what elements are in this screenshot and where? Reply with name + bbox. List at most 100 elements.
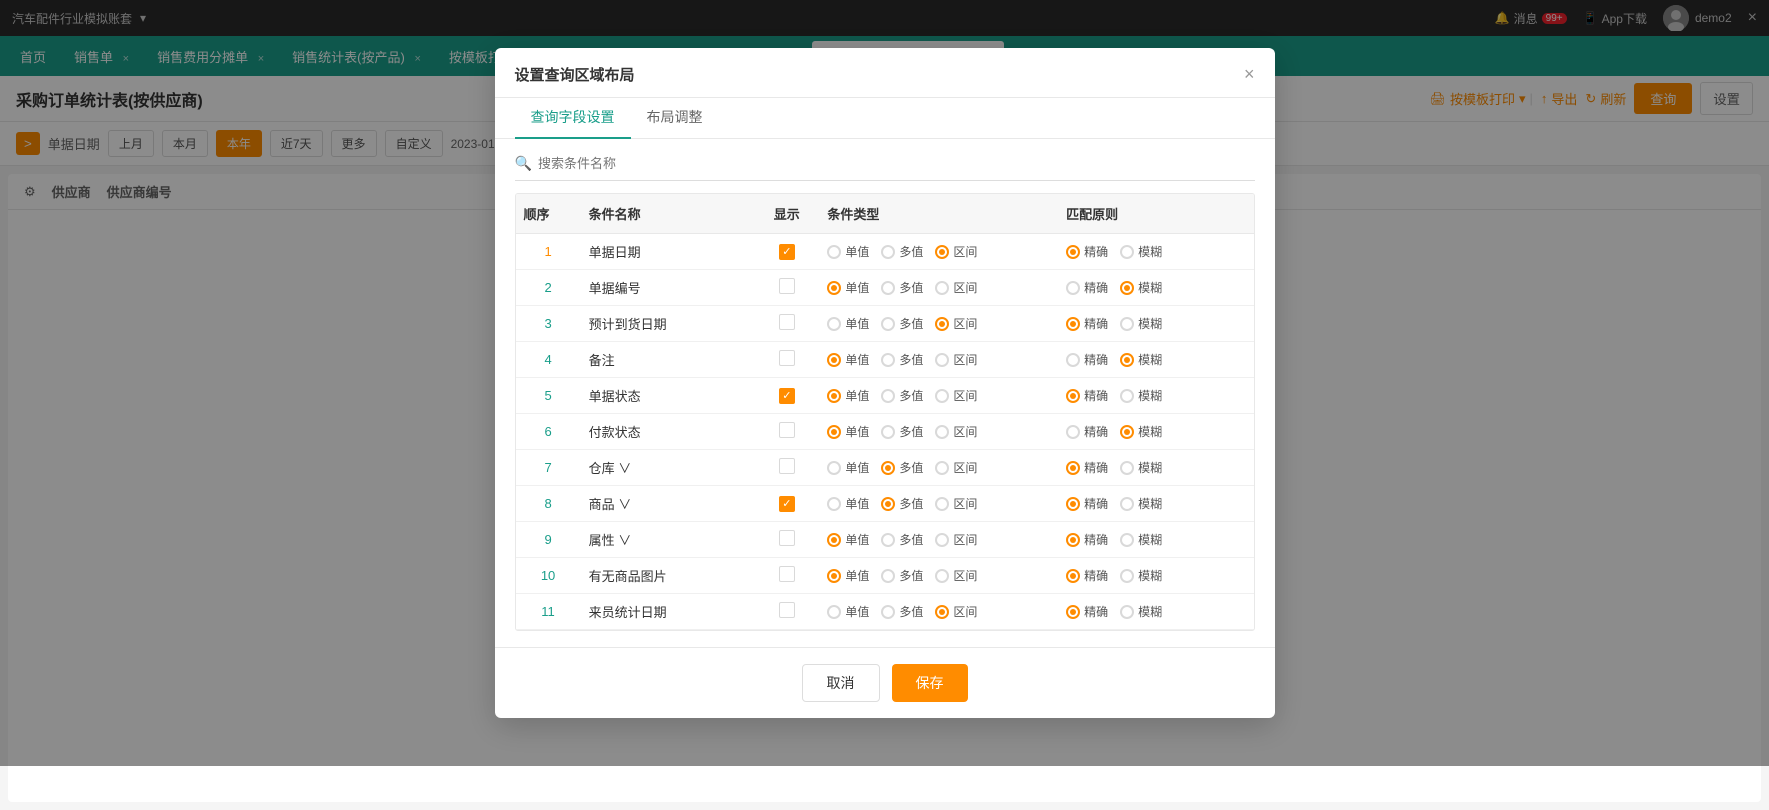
type-radio-single[interactable]: 单值 [827, 567, 869, 584]
match-radio-exact[interactable]: 精确 [1066, 351, 1108, 368]
match-radio-exact[interactable]: 精确 [1066, 495, 1108, 512]
order-number: 4 [544, 352, 551, 367]
match-radio-group: 精确 模糊 [1066, 495, 1245, 512]
type-radio-single[interactable]: 单值 [827, 315, 869, 332]
display-checkbox[interactable] [779, 350, 795, 366]
display-checkbox[interactable] [779, 388, 795, 404]
match-radio-exact[interactable]: 精确 [1066, 243, 1108, 260]
radio-circle-multi [881, 389, 895, 403]
display-checkbox[interactable] [779, 458, 795, 474]
type-radio-single[interactable]: 单值 [827, 495, 869, 512]
display-checkbox[interactable] [779, 530, 795, 546]
col-name-header: 条件名称 [581, 194, 755, 234]
tab-query-fields[interactable]: 查询字段设置 [515, 97, 631, 139]
search-icon: 🔍 [515, 155, 532, 172]
order-number: 1 [544, 244, 551, 259]
type-radio-range[interactable]: 区间 [935, 567, 977, 584]
display-checkbox[interactable] [779, 278, 795, 294]
save-button[interactable]: 保存 [892, 664, 968, 702]
display-checkbox[interactable] [779, 496, 795, 512]
match-radio-fuzzy[interactable]: 模糊 [1120, 567, 1162, 584]
match-radio-exact[interactable]: 精确 [1066, 603, 1108, 620]
display-cell[interactable] [754, 378, 819, 414]
display-cell[interactable] [754, 594, 819, 630]
type-radio-range[interactable]: 区间 [935, 351, 977, 368]
name-cell: 单据编号 [581, 270, 755, 306]
order-number: 2 [544, 280, 551, 295]
type-radio-multi[interactable]: 多值 [881, 243, 923, 260]
display-cell[interactable] [754, 234, 819, 270]
match-radio-fuzzy[interactable]: 模糊 [1120, 351, 1162, 368]
match-radio-fuzzy[interactable]: 模糊 [1120, 459, 1162, 476]
type-radio-range[interactable]: 区间 [935, 423, 977, 440]
type-radio-range[interactable]: 区间 [935, 279, 977, 296]
match-radio-exact[interactable]: 精确 [1066, 531, 1108, 548]
match-radio-exact[interactable]: 精确 [1066, 315, 1108, 332]
type-radio-single[interactable]: 单值 [827, 423, 869, 440]
match-radio-fuzzy[interactable]: 模糊 [1120, 531, 1162, 548]
display-cell[interactable] [754, 306, 819, 342]
match-radio-exact[interactable]: 精确 [1066, 567, 1108, 584]
type-radio-range[interactable]: 区间 [935, 387, 977, 404]
display-checkbox[interactable] [779, 314, 795, 330]
type-radio-multi[interactable]: 多值 [881, 603, 923, 620]
tab-layout[interactable]: 布局调整 [631, 97, 719, 139]
display-cell[interactable] [754, 558, 819, 594]
match-radio-exact[interactable]: 精确 [1066, 387, 1108, 404]
type-radio-multi[interactable]: 多值 [881, 279, 923, 296]
match-radio-fuzzy[interactable]: 模糊 [1120, 423, 1162, 440]
cancel-button[interactable]: 取消 [802, 664, 880, 702]
type-radio-range[interactable]: 区间 [935, 243, 977, 260]
type-radio-range[interactable]: 区间 [935, 315, 977, 332]
display-cell[interactable] [754, 270, 819, 306]
match-radio-label-exact: 精确 [1084, 531, 1108, 548]
type-radio-single[interactable]: 单值 [827, 279, 869, 296]
search-input[interactable] [538, 156, 1255, 171]
match-radio-exact[interactable]: 精确 [1066, 279, 1108, 296]
display-cell[interactable] [754, 450, 819, 486]
type-radio-single[interactable]: 单值 [827, 351, 869, 368]
type-radio-multi[interactable]: 多值 [881, 459, 923, 476]
type-radio-range[interactable]: 区间 [935, 531, 977, 548]
match-radio-fuzzy[interactable]: 模糊 [1120, 603, 1162, 620]
type-radio-multi[interactable]: 多值 [881, 315, 923, 332]
type-radio-single[interactable]: 单值 [827, 243, 869, 260]
type-radio-range[interactable]: 区间 [935, 495, 977, 512]
display-checkbox[interactable] [779, 566, 795, 582]
radio-label-range: 区间 [953, 459, 977, 476]
match-radio-fuzzy[interactable]: 模糊 [1120, 387, 1162, 404]
type-radio-single[interactable]: 单值 [827, 531, 869, 548]
tab-query-fields-label: 查询字段设置 [531, 109, 615, 125]
match-radio-group: 精确 模糊 [1066, 531, 1245, 548]
radio-circle-range [935, 569, 949, 583]
display-cell[interactable] [754, 486, 819, 522]
modal-close-button[interactable]: × [1244, 64, 1255, 97]
match-radio-fuzzy[interactable]: 模糊 [1120, 243, 1162, 260]
display-cell[interactable] [754, 342, 819, 378]
display-checkbox[interactable] [779, 602, 795, 618]
type-radio-multi[interactable]: 多值 [881, 495, 923, 512]
type-radio-single[interactable]: 单值 [827, 603, 869, 620]
type-radio-multi[interactable]: 多值 [881, 423, 923, 440]
match-radio-exact[interactable]: 精确 [1066, 459, 1108, 476]
match-radio-fuzzy[interactable]: 模糊 [1120, 279, 1162, 296]
radio-circle-multi [881, 461, 895, 475]
type-radio-range[interactable]: 区间 [935, 603, 977, 620]
type-radio-multi[interactable]: 多值 [881, 531, 923, 548]
display-cell[interactable] [754, 522, 819, 558]
radio-label-multi: 多值 [899, 387, 923, 404]
type-radio-multi[interactable]: 多值 [881, 387, 923, 404]
type-radio-multi[interactable]: 多值 [881, 567, 923, 584]
display-checkbox[interactable] [779, 422, 795, 438]
radio-label-range: 区间 [953, 387, 977, 404]
match-radio-fuzzy[interactable]: 模糊 [1120, 495, 1162, 512]
type-radio-single[interactable]: 单值 [827, 459, 869, 476]
type-radio-range[interactable]: 区间 [935, 459, 977, 476]
type-radio-single[interactable]: 单值 [827, 387, 869, 404]
display-checkbox[interactable] [779, 244, 795, 260]
match-radio-fuzzy[interactable]: 模糊 [1120, 315, 1162, 332]
type-radio-multi[interactable]: 多值 [881, 351, 923, 368]
match-radio-label-fuzzy: 模糊 [1138, 387, 1162, 404]
match-radio-exact[interactable]: 精确 [1066, 423, 1108, 440]
display-cell[interactable] [754, 414, 819, 450]
